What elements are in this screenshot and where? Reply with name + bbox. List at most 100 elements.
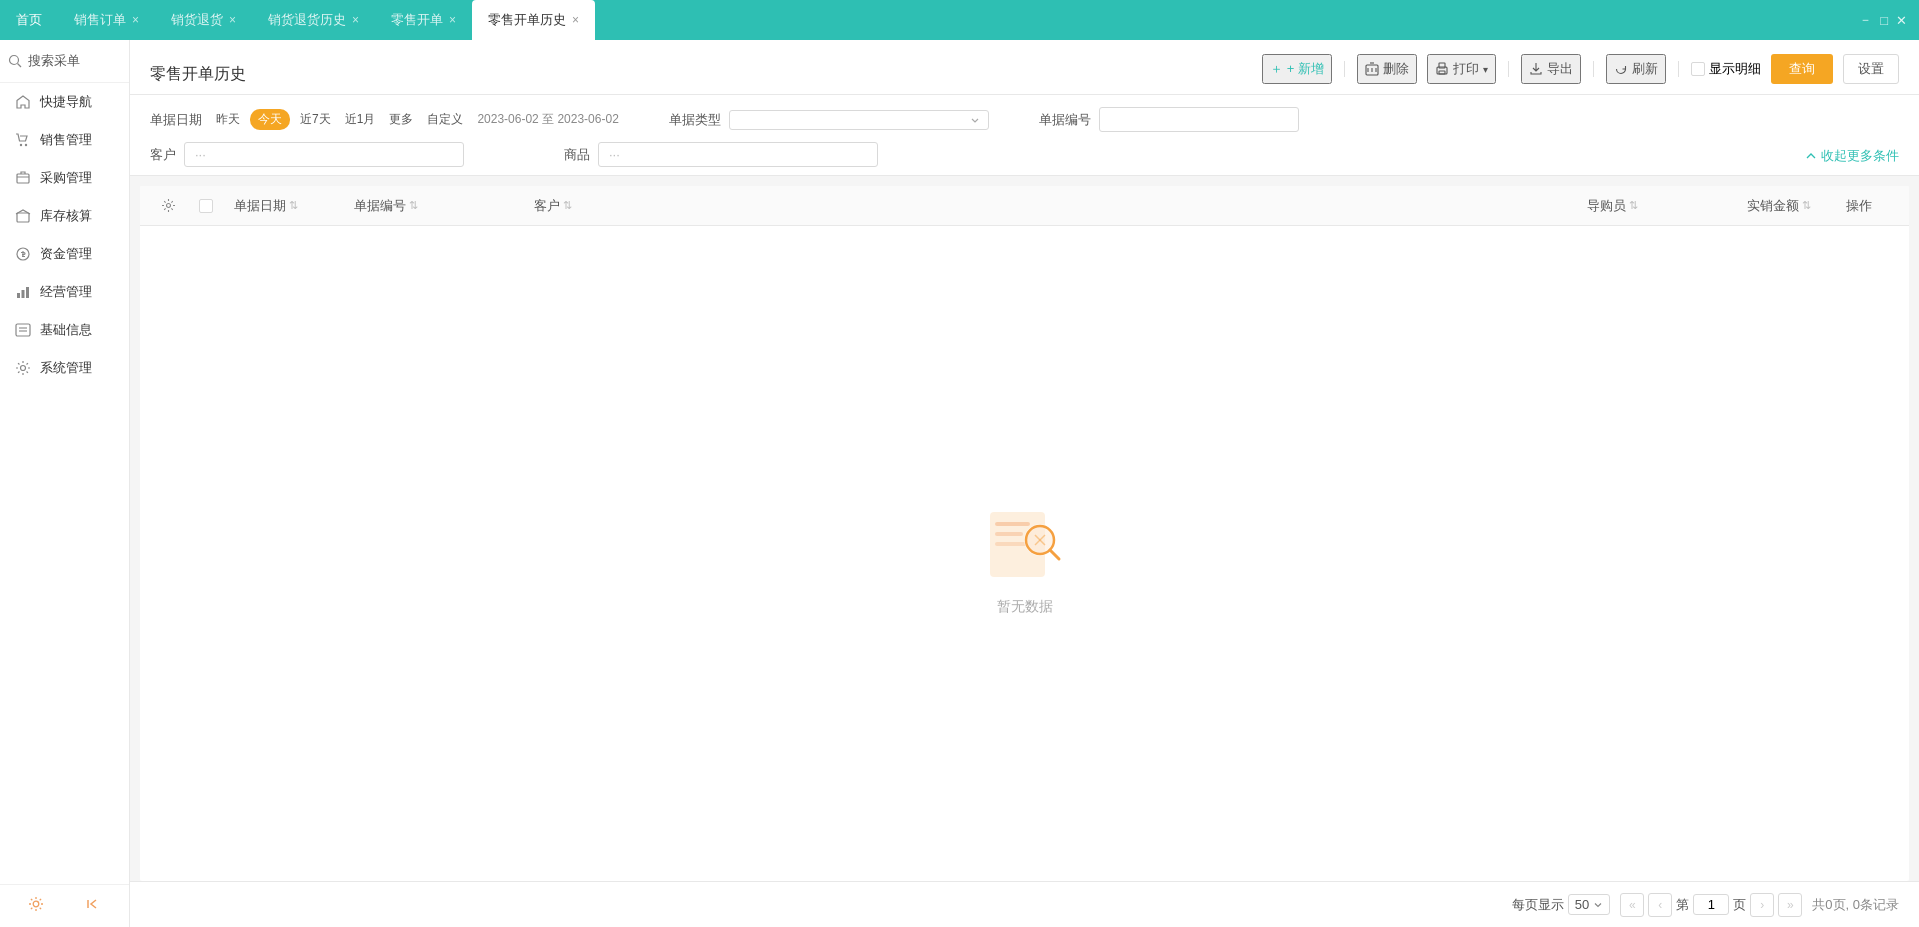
th-salesperson[interactable]: 导购员 ⇅ xyxy=(1579,197,1699,215)
collapse-button[interactable]: 收起更多条件 xyxy=(1805,147,1899,165)
chart-icon xyxy=(14,283,32,301)
table-wrapper: 单据日期 ⇅ 单据编号 ⇅ 客户 ⇅ 导购员 ⇅ 实销金额 ⇅ xyxy=(140,186,1909,881)
delete-button[interactable]: 删除 xyxy=(1357,54,1417,84)
divider1 xyxy=(1344,61,1345,77)
date-opt-yesterday[interactable]: 昨天 xyxy=(212,109,244,130)
svg-rect-26 xyxy=(995,522,1030,526)
tab-close-sales-return-history[interactable]: × xyxy=(352,13,359,27)
show-detail-toggle[interactable]: 显示明细 xyxy=(1691,60,1761,78)
th-date[interactable]: 单据日期 ⇅ xyxy=(226,197,346,215)
svg-rect-7 xyxy=(17,293,20,298)
customer-filter-field: 客户 ··· xyxy=(150,142,464,167)
date-opt-last-month[interactable]: 近1月 xyxy=(341,109,380,130)
order-no-input[interactable] xyxy=(1099,107,1299,132)
query-button[interactable]: 查询 xyxy=(1771,54,1833,84)
per-page-selector: 每页显示 50 xyxy=(1512,894,1610,915)
th-amount[interactable]: 实销金额 ⇅ xyxy=(1699,197,1819,215)
svg-rect-5 xyxy=(17,213,29,222)
minimize-button[interactable]: － xyxy=(1859,11,1872,29)
maximize-button[interactable]: □ xyxy=(1880,13,1888,28)
th-customer-label: 客户 xyxy=(534,197,560,215)
add-icon: ＋ xyxy=(1270,60,1283,78)
page-number-input[interactable] xyxy=(1693,894,1729,915)
sort-date-icon: ⇅ xyxy=(289,199,298,212)
tab-sales-order-label: 销售订单 xyxy=(74,11,126,29)
svg-point-14 xyxy=(33,901,39,907)
delete-icon xyxy=(1365,62,1379,76)
customer-input[interactable]: ··· xyxy=(184,142,464,167)
tab-home[interactable]: 首页 xyxy=(0,0,58,40)
th-settings[interactable] xyxy=(150,198,186,213)
export-label: 导出 xyxy=(1547,60,1573,78)
show-detail-checkbox[interactable] xyxy=(1691,62,1705,76)
sidebar-gear-button[interactable] xyxy=(27,895,45,917)
tab-close-retail-open[interactable]: × xyxy=(449,13,456,27)
svg-rect-10 xyxy=(16,324,30,336)
th-checkbox[interactable] xyxy=(186,199,226,213)
next-page-button[interactable]: › xyxy=(1750,893,1774,917)
delete-label: 删除 xyxy=(1383,60,1409,78)
order-no-label: 单据编号 xyxy=(1039,111,1091,129)
tab-sales-order[interactable]: 销售订单 × xyxy=(58,0,155,40)
tab-close-retail-history[interactable]: × xyxy=(572,13,579,27)
th-date-label: 单据日期 xyxy=(234,197,286,215)
print-icon xyxy=(1435,62,1449,76)
refresh-label: 刷新 xyxy=(1632,60,1658,78)
svg-rect-27 xyxy=(995,532,1023,536)
sidebar-search[interactable]: 搜索采单 xyxy=(0,40,129,83)
date-opt-last7[interactable]: 近7天 xyxy=(296,109,335,130)
chevron-up-icon xyxy=(1805,150,1817,162)
tab-sales-return[interactable]: 销货退货 × xyxy=(155,0,252,40)
tab-sales-return-history[interactable]: 销货退货历史 × xyxy=(252,0,375,40)
date-opt-more[interactable]: 更多 xyxy=(385,109,417,130)
date-opt-custom[interactable]: 自定义 xyxy=(423,109,467,130)
select-all-checkbox[interactable] xyxy=(199,199,213,213)
th-customer[interactable]: 客户 ⇅ xyxy=(526,197,1579,215)
tab-close-sales-order[interactable]: × xyxy=(132,13,139,27)
table-header: 单据日期 ⇅ 单据编号 ⇅ 客户 ⇅ 导购员 ⇅ 实销金额 ⇅ xyxy=(140,186,1909,226)
setting-label: 设置 xyxy=(1858,61,1884,76)
last-page-button[interactable]: » xyxy=(1778,893,1802,917)
close-button[interactable]: ✕ xyxy=(1896,13,1907,28)
tab-close-sales-return[interactable]: × xyxy=(229,13,236,27)
tab-retail-history[interactable]: 零售开单历史 × xyxy=(472,0,595,40)
first-page-button[interactable]: « xyxy=(1620,893,1644,917)
print-arrow: ▾ xyxy=(1483,64,1488,75)
sidebar-item-finance[interactable]: 资金管理 xyxy=(0,235,129,273)
divider3 xyxy=(1593,61,1594,77)
empty-text: 暂无数据 xyxy=(997,598,1053,616)
empty-state: 暂无数据 xyxy=(140,226,1909,881)
sidebar-item-purchase[interactable]: 采购管理 xyxy=(0,159,129,197)
export-button[interactable]: 导出 xyxy=(1521,54,1581,84)
th-salesperson-label: 导购员 xyxy=(1587,197,1626,215)
print-button[interactable]: 打印 ▾ xyxy=(1427,54,1496,84)
home-icon xyxy=(14,93,32,111)
svg-point-24 xyxy=(166,204,170,208)
sidebar-item-quick-nav[interactable]: 快捷导航 xyxy=(0,83,129,121)
sidebar-item-operation[interactable]: 经营管理 xyxy=(0,273,129,311)
goods-input[interactable]: ··· xyxy=(598,142,878,167)
svg-rect-28 xyxy=(995,542,1027,546)
refresh-button[interactable]: 刷新 xyxy=(1606,54,1666,84)
sidebar-item-basic[interactable]: 基础信息 xyxy=(0,311,129,349)
order-type-filter-group: 单据类型 xyxy=(669,110,989,130)
sidebar-collapse-button[interactable] xyxy=(84,895,102,917)
per-page-dropdown[interactable]: 50 xyxy=(1568,894,1610,915)
sidebar-item-sales[interactable]: 销售管理 xyxy=(0,121,129,159)
prev-page-button[interactable]: ‹ xyxy=(1648,893,1672,917)
sidebar-item-system[interactable]: 系统管理 xyxy=(0,349,129,387)
add-button[interactable]: ＋ + 新增 xyxy=(1262,54,1332,84)
sidebar-item-inventory[interactable]: 库存核算 xyxy=(0,197,129,235)
date-opt-today[interactable]: 今天 xyxy=(250,109,290,130)
warehouse-icon xyxy=(14,207,32,225)
date-filter-label: 单据日期 xyxy=(150,111,202,129)
chevron-down-icon xyxy=(970,115,980,125)
date-range-display: 2023-06-02 至 2023-06-02 xyxy=(477,111,618,128)
order-type-select[interactable] xyxy=(729,110,989,130)
divider4 xyxy=(1678,61,1679,77)
th-order-no[interactable]: 单据编号 ⇅ xyxy=(346,197,526,215)
tab-retail-open[interactable]: 零售开单 × xyxy=(375,0,472,40)
svg-rect-9 xyxy=(26,287,29,298)
tab-retail-history-label: 零售开单历史 xyxy=(488,11,566,29)
setting-button[interactable]: 设置 xyxy=(1843,54,1899,84)
